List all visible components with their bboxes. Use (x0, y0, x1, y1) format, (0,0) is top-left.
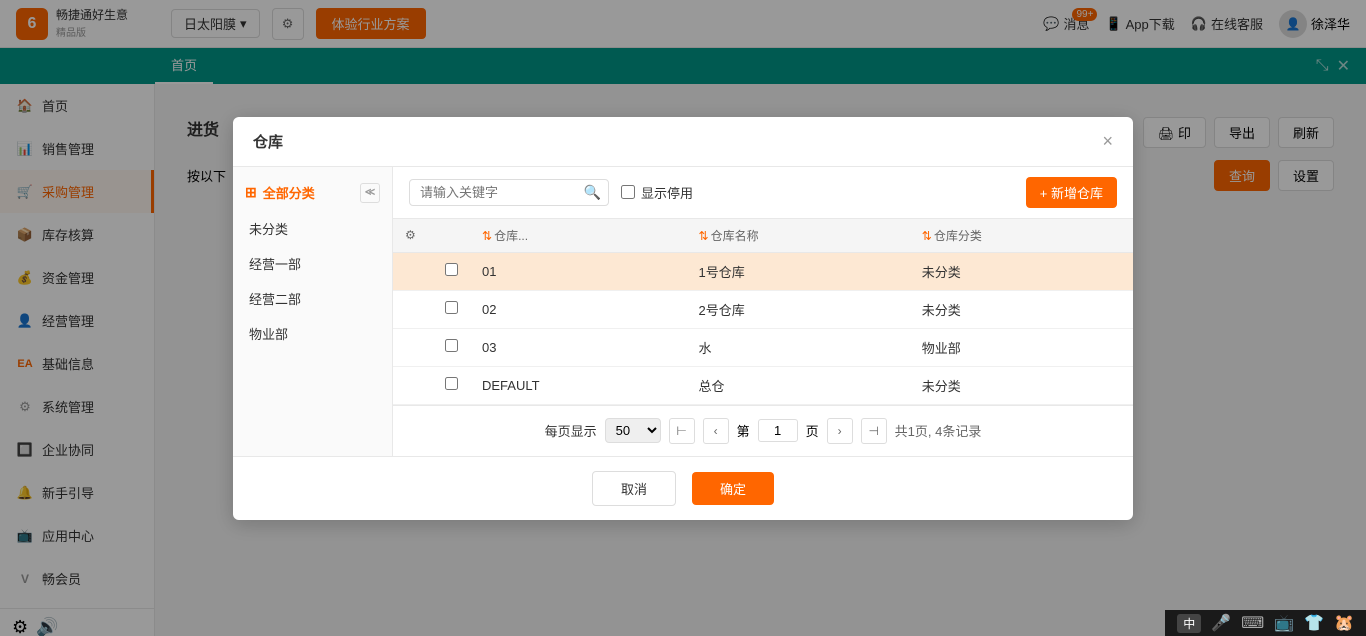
row-gear (393, 252, 433, 290)
category-all-label: 全部分类 (263, 183, 315, 202)
per-page-select[interactable]: 50 20 100 (605, 418, 661, 443)
per-page-label: 每页显示 (545, 421, 597, 440)
category-item-unclassified[interactable]: 未分类 (233, 211, 392, 246)
col-code: ⇅仓库... (470, 219, 687, 253)
table-header-row: ⚙ ⇅仓库... ⇅仓库名称 ⇅仓库分类 (393, 219, 1133, 253)
cancel-button[interactable]: 取消 (592, 471, 676, 506)
first-page-btn[interactable]: ⊢ (669, 418, 695, 444)
category-item-ops2[interactable]: 经营二部 (233, 281, 392, 316)
row-category: 未分类 (910, 252, 1133, 290)
row-code: 03 (470, 328, 687, 366)
col-checkbox (433, 219, 470, 253)
search-wrap: 🔍 (409, 179, 609, 206)
add-warehouse-button[interactable]: + 新增仓库 (1026, 177, 1117, 208)
col-name: ⇅仓库名称 (687, 219, 910, 253)
row-checkbox[interactable] (445, 263, 458, 276)
row-checkbox-cell (433, 252, 470, 290)
warehouse-table: ⚙ ⇅仓库... ⇅仓库名称 ⇅仓库分类 (393, 219, 1133, 405)
category-panel: ⊞ 全部分类 ≪ 未分类 经营一部 经营二部 物业部 (233, 167, 393, 456)
row-name: 水 (687, 328, 910, 366)
search-icon[interactable]: 🔍 (584, 184, 601, 201)
input-mode-label: 中 (1177, 614, 1201, 633)
category-item-ops1[interactable]: 经营一部 (233, 246, 392, 281)
prev-page-btn[interactable]: ‹ (703, 418, 729, 444)
modal-close-button[interactable]: × (1102, 131, 1113, 152)
keyboard-icon: ⌨ (1241, 613, 1264, 633)
table-row[interactable]: 03 水 物业部 (393, 328, 1133, 366)
row-code: 01 (470, 252, 687, 290)
row-category: 未分类 (910, 290, 1133, 328)
table-scroll-area: ⚙ ⇅仓库... ⇅仓库名称 ⇅仓库分类 (393, 219, 1133, 405)
modal-body: ⊞ 全部分类 ≪ 未分类 经营一部 经营二部 物业部 🔍 (233, 167, 1133, 456)
sort-icon-cat: ⇅ (922, 229, 932, 243)
display-icon: 📺 (1274, 613, 1294, 633)
next-page-btn[interactable]: › (827, 418, 853, 444)
table-row[interactable]: 01 1号仓库 未分类 (393, 252, 1133, 290)
mic-icon: 🎤 (1211, 613, 1231, 633)
page-unit: 页 (806, 421, 819, 440)
category-all[interactable]: ⊞ 全部分类 ≪ (233, 175, 392, 211)
modal-overlay: 仓库 × ⊞ 全部分类 ≪ 未分类 经营一部 经营二部 物业部 (0, 0, 1366, 636)
last-page-btn[interactable]: ⊣ (861, 418, 887, 444)
row-checkbox-cell (433, 366, 470, 404)
hamster-icon: 🐹 (1334, 613, 1354, 633)
search-input[interactable] (409, 179, 609, 206)
show-disabled-wrap: 显示停用 (621, 183, 693, 202)
col-category: ⇅仓库分类 (910, 219, 1133, 253)
pagination-bar: 每页显示 50 20 100 ⊢ ‹ 第 页 › ⊣ 共1页, 4条记录 (393, 405, 1133, 456)
row-category: 未分类 (910, 366, 1133, 404)
table-panel: 🔍 显示停用 + 新增仓库 ⚙ (393, 167, 1133, 456)
grid-icon: ⊞ (245, 184, 257, 201)
row-name: 1号仓库 (687, 252, 910, 290)
page-label-text: 第 (737, 421, 750, 440)
row-code: 02 (470, 290, 687, 328)
show-disabled-checkbox[interactable] (621, 185, 635, 199)
category-item-property[interactable]: 物业部 (233, 316, 392, 351)
page-number-input[interactable] (758, 419, 798, 442)
show-disabled-label: 显示停用 (641, 183, 693, 202)
row-checkbox[interactable] (445, 301, 458, 314)
row-checkbox-cell (433, 290, 470, 328)
row-checkbox[interactable] (445, 339, 458, 352)
sort-icon: ⇅ (482, 229, 492, 243)
row-gear (393, 328, 433, 366)
bottom-bar: 中 🎤 ⌨ 📺 👕 🐹 (1165, 610, 1366, 636)
confirm-button[interactable]: 确定 (692, 472, 774, 505)
row-category: 物业部 (910, 328, 1133, 366)
warehouse-modal: 仓库 × ⊞ 全部分类 ≪ 未分类 经营一部 经营二部 物业部 (233, 117, 1133, 520)
page-total-info: 共1页, 4条记录 (895, 421, 982, 440)
modal-title: 仓库 (253, 131, 283, 152)
row-checkbox-cell (433, 328, 470, 366)
table-row[interactable]: DEFAULT 总仓 未分类 (393, 366, 1133, 404)
row-gear (393, 290, 433, 328)
table-toolbar: 🔍 显示停用 + 新增仓库 (393, 167, 1133, 219)
modal-footer: 取消 确定 (233, 456, 1133, 520)
col-gear: ⚙ (393, 219, 433, 253)
row-code: DEFAULT (470, 366, 687, 404)
row-name: 2号仓库 (687, 290, 910, 328)
row-checkbox[interactable] (445, 377, 458, 390)
collapse-button[interactable]: ≪ (360, 183, 380, 203)
row-name: 总仓 (687, 366, 910, 404)
shirt-icon: 👕 (1304, 613, 1324, 633)
table-row[interactable]: 02 2号仓库 未分类 (393, 290, 1133, 328)
row-gear (393, 366, 433, 404)
sort-icon-name: ⇅ (699, 229, 709, 243)
modal-header: 仓库 × (233, 117, 1133, 167)
